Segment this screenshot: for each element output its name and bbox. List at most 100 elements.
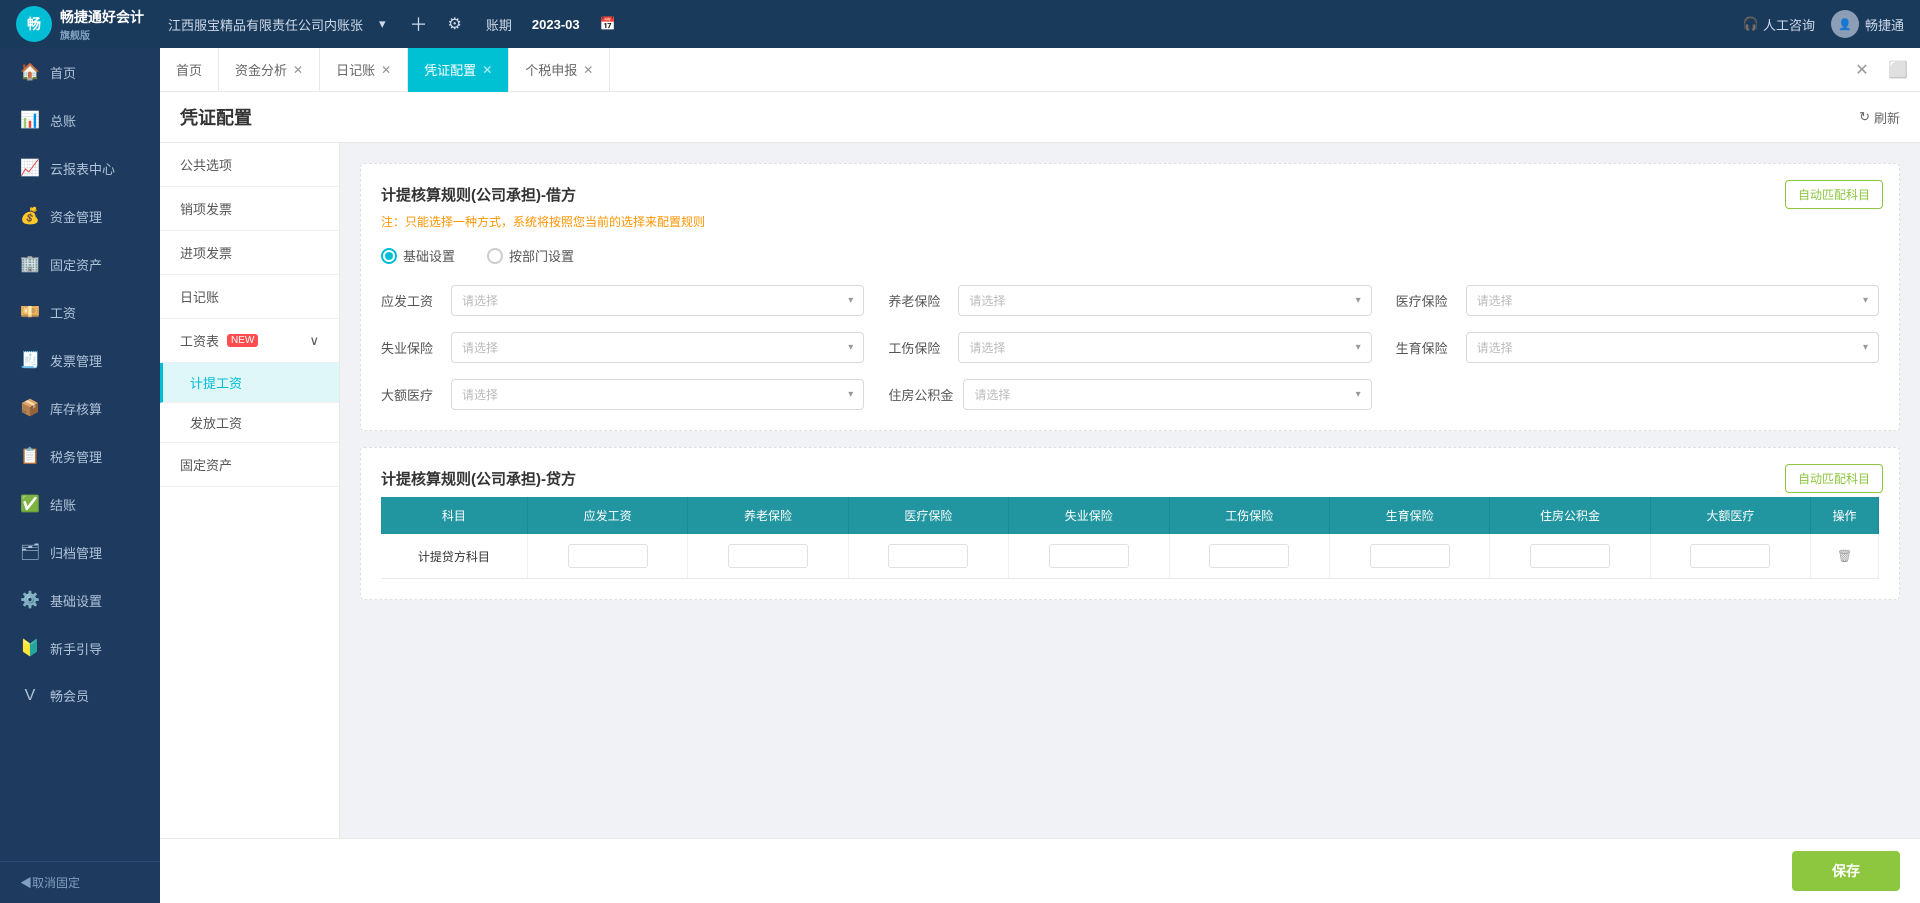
tab-close-voucher[interactable]: ✕ [482, 63, 492, 77]
col-unemployment: 失业保险 [1009, 497, 1169, 534]
cell-delete[interactable]: 🗑 [1811, 534, 1879, 579]
input-injury[interactable] [1209, 544, 1289, 568]
radio-group: 基础设置 按部门设置 [381, 246, 1879, 265]
funds-icon: 💰 [20, 206, 40, 226]
expand-window-button[interactable]: ⬜ [1884, 56, 1912, 84]
tab-close-funds[interactable]: ✕ [293, 63, 303, 77]
settings-icon[interactable]: ⚙ [448, 14, 462, 34]
input-housing[interactable] [1530, 544, 1610, 568]
left-nav-journal[interactable]: 日记账 [160, 275, 339, 319]
sidebar-item-fixed-assets[interactable]: 🏢 固定资产 [0, 240, 160, 288]
cell-unemployment [1009, 534, 1169, 579]
add-account-icon[interactable]: ＋ [410, 11, 428, 37]
ledger-icon: 📊 [20, 110, 40, 130]
select-housing-fund[interactable]: 请选择 ▾ [963, 379, 1371, 410]
sidebar-item-member[interactable]: V 畅会员 [0, 672, 160, 719]
company-dropdown-icon[interactable]: ▾ [379, 16, 386, 32]
sidebar: 🏠 首页 📊 总账 📈 云报表中心 💰 资金管理 🏢 固定资产 💴 工资 🧾 发… [0, 48, 160, 903]
cancel-fixed-button[interactable]: ◀取消固定 [0, 861, 160, 903]
sidebar-item-reports[interactable]: 📈 云报表中心 [0, 144, 160, 192]
inventory-icon: 📦 [20, 398, 40, 418]
left-nav-sales-invoice[interactable]: 销项发票 [160, 187, 339, 231]
tab-close-tax[interactable]: ✕ [583, 63, 593, 77]
select-injury[interactable]: 请选择 ▾ [958, 332, 1371, 363]
left-nav: 公共选项 销项发票 进项发票 日记账 工资表 NEW ∨ [160, 143, 340, 838]
input-unemployment[interactable] [1049, 544, 1129, 568]
sidebar-item-funds[interactable]: 💰 资金管理 [0, 192, 160, 240]
col-gross-salary: 应发工资 [527, 497, 687, 534]
save-button[interactable]: 保存 [1792, 851, 1900, 891]
tab-voucher-config[interactable]: 凭证配置 ✕ [408, 48, 509, 92]
closing-icon: ✅ [20, 494, 40, 514]
invoice-icon: 🧾 [20, 350, 40, 370]
radio-by-dept[interactable]: 按部门设置 [487, 246, 574, 265]
service-button[interactable]: 🎧 人工咨询 [1743, 15, 1815, 34]
tab-close-journal[interactable]: ✕ [381, 63, 391, 77]
select-maternity[interactable]: 请选择 ▾ [1466, 332, 1879, 363]
select-arrow-icon: ▾ [1863, 295, 1868, 306]
page-header: 凭证配置 ↻ 刷新 [160, 92, 1920, 143]
radio-basic[interactable]: 基础设置 [381, 246, 455, 265]
sidebar-item-inventory[interactable]: 📦 库存核算 [0, 384, 160, 432]
debit-form-grid: 应发工资 请选择 ▾ 养老保险 请选择 ▾ [381, 285, 1879, 410]
debit-section-note: 注：只能选择一种方式，系统将按照您当前的选择来配置规则 [381, 213, 1879, 230]
left-nav-payroll-group[interactable]: 工资表 NEW ∨ [160, 319, 339, 363]
sidebar-item-home[interactable]: 🏠 首页 [0, 48, 160, 96]
cell-major-medical [1650, 534, 1810, 579]
sidebar-item-ledger[interactable]: 📊 总账 [0, 96, 160, 144]
left-nav-purchase-invoice[interactable]: 进项发票 [160, 231, 339, 275]
col-subject: 科目 [381, 497, 527, 534]
sidebar-item-settings[interactable]: ⚙️ 基础设置 [0, 576, 160, 624]
refresh-icon: ↻ [1859, 109, 1870, 125]
input-maternity[interactable] [1370, 544, 1450, 568]
tab-funds-analysis[interactable]: 资金分析 ✕ [219, 48, 320, 92]
input-gross[interactable] [568, 544, 648, 568]
sidebar-item-tax[interactable]: 📋 税务管理 [0, 432, 160, 480]
select-pension[interactable]: 请选择 ▾ [958, 285, 1371, 316]
sidebar-item-payroll[interactable]: 💴 工资 [0, 288, 160, 336]
left-nav-payout[interactable]: 发放工资 [160, 403, 339, 443]
debit-section-title: 计提核算规则(公司承担)-借方 [381, 184, 1879, 205]
select-gross-salary[interactable]: 请选择 ▾ [451, 285, 864, 316]
app-name: 畅捷通好会计 [60, 7, 144, 27]
tab-journal[interactable]: 日记账 ✕ [320, 48, 408, 92]
debit-auto-match-button[interactable]: 自动匹配科目 [1785, 180, 1883, 209]
cancel-fixed-label: ◀取消固定 [20, 874, 80, 891]
sidebar-item-guide[interactable]: 🔰 新手引导 [0, 624, 160, 672]
period-value[interactable]: 2023-03 [532, 17, 580, 32]
chevron-down-icon: ∨ [309, 333, 319, 349]
tab-tax-declaration[interactable]: 个税申报 ✕ [509, 48, 610, 92]
select-unemployment[interactable]: 请选择 ▾ [451, 332, 864, 363]
select-arrow-icon: ▾ [848, 342, 853, 353]
credit-section-title: 计提核算规则(公司承担)-贷方 [381, 468, 1879, 489]
credit-auto-match-button[interactable]: 自动匹配科目 [1785, 464, 1883, 493]
left-nav-accrual[interactable]: 计提工资 [160, 363, 339, 403]
radio-basic-circle [381, 248, 397, 264]
close-window-button[interactable]: ✕ [1848, 56, 1876, 84]
field-major-medical: 大额医疗 请选择 ▾ [381, 379, 864, 410]
input-pension[interactable] [728, 544, 808, 568]
home-icon: 🏠 [20, 62, 40, 82]
field-gross-salary: 应发工资 请选择 ▾ [381, 285, 864, 316]
input-major-medical[interactable] [1690, 544, 1770, 568]
user-menu[interactable]: 👤 畅捷通 [1831, 10, 1904, 38]
calendar-icon[interactable]: 📅 [600, 16, 616, 32]
refresh-button[interactable]: ↻ 刷新 [1859, 108, 1900, 127]
col-maternity: 生育保险 [1329, 497, 1489, 534]
row-label: 计提贷方科目 [381, 534, 527, 579]
tax-icon: 📋 [20, 446, 40, 466]
radio-dept-circle [487, 248, 503, 264]
main-panel: 计提核算规则(公司承担)-借方 注：只能选择一种方式，系统将按照您当前的选择来配… [340, 143, 1920, 838]
col-injury: 工伤保险 [1169, 497, 1329, 534]
input-medical[interactable] [888, 544, 968, 568]
sidebar-item-invoice[interactable]: 🧾 发票管理 [0, 336, 160, 384]
select-medical[interactable]: 请选择 ▾ [1466, 285, 1879, 316]
left-nav-public[interactable]: 公共选项 [160, 143, 339, 187]
select-major-medical[interactable]: 请选择 ▾ [451, 379, 864, 410]
sidebar-item-archive[interactable]: 🗂 归档管理 [0, 528, 160, 576]
sidebar-item-closing[interactable]: ✅ 结账 [0, 480, 160, 528]
col-housing-fund: 住房公积金 [1490, 497, 1650, 534]
left-nav-fixed-assets[interactable]: 固定资产 [160, 443, 339, 487]
tab-home[interactable]: 首页 [160, 48, 219, 92]
cell-maternity [1329, 534, 1489, 579]
